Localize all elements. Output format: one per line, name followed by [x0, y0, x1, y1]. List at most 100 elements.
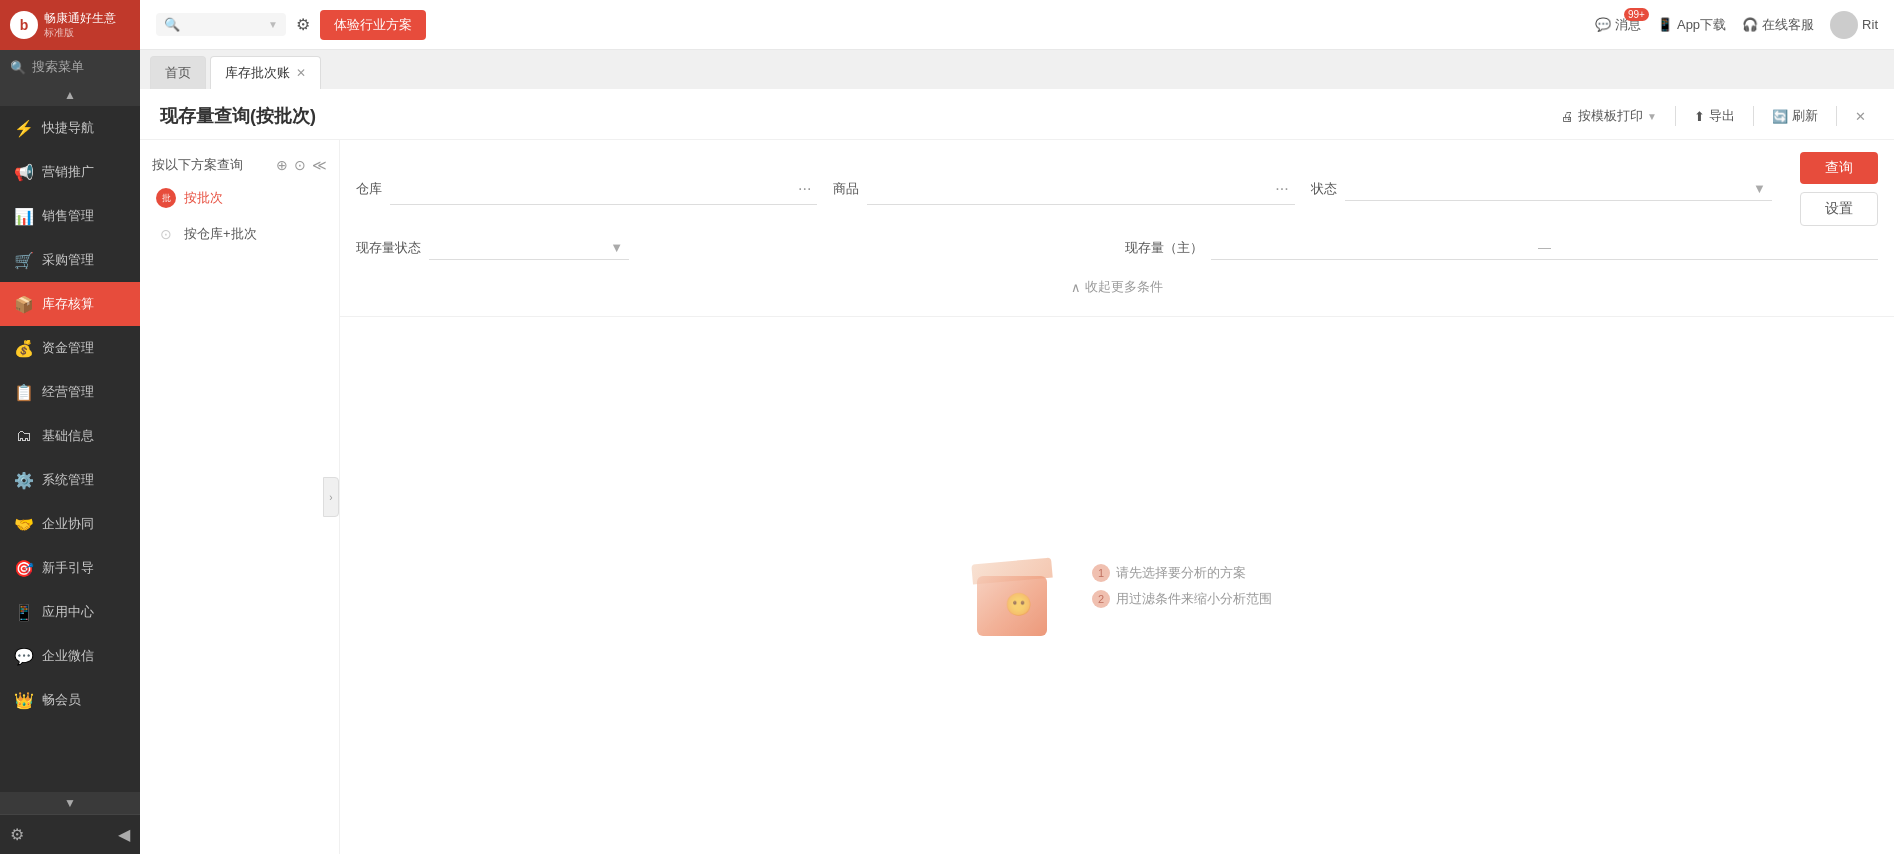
nav-label-quick: 快捷导航	[42, 119, 94, 137]
topbar-search-arrow[interactable]: ▼	[268, 19, 278, 30]
tip-num-1: 1	[1092, 564, 1110, 582]
page-header-actions: 🖨 按模板打印 ▼ ⬆ 导出 🔄 刷新 ✕	[1553, 103, 1874, 129]
sidebar-item-enterprise-wechat[interactable]: 💬 企业微信	[0, 634, 140, 678]
nav-icon-marketing: 📢	[14, 162, 34, 182]
sidebar-item-sales[interactable]: 📊 销售管理	[0, 194, 140, 238]
sidebar-item-member[interactable]: 👑 畅会员	[0, 678, 140, 722]
close-panel-btn[interactable]: ›	[323, 477, 339, 517]
page-header: 现存量查询(按批次) 🖨 按模板打印 ▼ ⬆ 导出 🔄 刷新 ✕	[140, 89, 1894, 140]
app-info: 畅康通好生意 标准版	[44, 10, 116, 41]
tab-home-label: 首页	[165, 64, 191, 82]
tabbar: 首页 库存批次账 ✕	[140, 50, 1894, 89]
product-input-box[interactable]: ···	[867, 173, 1294, 205]
plan-item-warehouse-batch[interactable]: ⊙ 按仓库+批次	[140, 216, 339, 252]
action-buttons: 查询 设置	[1800, 152, 1878, 226]
tab-home[interactable]: 首页	[150, 56, 206, 89]
print-btn[interactable]: 🖨 按模板打印 ▼	[1553, 103, 1665, 129]
inventory-status-arrow: ▼	[610, 240, 623, 255]
inventory-qty-label: 现存量（主）	[1125, 239, 1203, 257]
filter-row-2: 现存量状态 ▼ 现存量（主） —	[356, 236, 1878, 260]
status-label: 状态	[1311, 180, 1337, 198]
user-menu[interactable]: Rit	[1830, 11, 1878, 39]
nav-icon-inventory: 📦	[14, 294, 34, 314]
export-icon: ⬆	[1694, 109, 1705, 124]
sidebar-item-finance[interactable]: 💰 资金管理	[0, 326, 140, 370]
panel-title-row: 按以下方案查询 ⊕ ⊙ ≪	[140, 150, 339, 180]
inventory-status-select[interactable]: ▼	[429, 236, 629, 260]
nav-label-member: 畅会员	[42, 691, 81, 709]
message-badge: 99+	[1624, 8, 1649, 21]
collapse-row[interactable]: ∧ 收起更多条件	[356, 270, 1878, 304]
topbar-search-box[interactable]: 🔍 ▼	[156, 13, 286, 36]
warehouse-input-box[interactable]: ···	[390, 173, 817, 205]
topbar-search-icon: 🔍	[164, 17, 180, 32]
nav-icon-quick: ⚡	[14, 118, 34, 138]
collapse-up-icon: ∧	[1071, 280, 1081, 295]
settings-button[interactable]: 设置	[1800, 192, 1878, 226]
config-plan-icon[interactable]: ⊙	[294, 157, 306, 173]
sidebar-item-inventory[interactable]: 📦 库存核算	[0, 282, 140, 326]
sidebar-item-app-center[interactable]: 📱 应用中心	[0, 590, 140, 634]
collapse-panel-icon[interactable]: ≪	[312, 157, 327, 173]
nav-label-purchase: 采购管理	[42, 251, 94, 269]
inventory-qty-max[interactable]	[1557, 240, 1872, 255]
sidebar-item-enterprise[interactable]: 🤝 企业协同	[0, 502, 140, 546]
close-page-btn[interactable]: ✕	[1847, 105, 1874, 128]
topbar-settings-icon[interactable]: ⚙	[296, 15, 310, 34]
product-more-icon[interactable]: ···	[1275, 180, 1288, 198]
nav-label-enterprise: 企业协同	[42, 515, 94, 533]
query-button[interactable]: 查询	[1800, 152, 1878, 184]
sidebar-scroll-up[interactable]: ▲	[0, 84, 140, 106]
phone-icon: 📱	[1657, 17, 1673, 32]
sidebar-item-quick-nav[interactable]: ⚡ 快捷导航	[0, 106, 140, 150]
sidebar-item-purchase[interactable]: 🛒 采购管理	[0, 238, 140, 282]
nav-icon-guide: 🎯	[14, 558, 34, 578]
tab-batch-close-icon[interactable]: ✕	[296, 67, 306, 79]
add-plan-icon[interactable]: ⊕	[276, 157, 288, 173]
nav-label-guide: 新手引导	[42, 559, 94, 577]
message-btn[interactable]: 💬 消息 99+	[1595, 16, 1641, 34]
sidebar-item-system[interactable]: ⚙️ 系统管理	[0, 458, 140, 502]
sidebar-collapse-icon[interactable]: ◀	[118, 825, 130, 844]
nav-label-wechat: 企业微信	[42, 647, 94, 665]
print-dropdown-icon[interactable]: ▼	[1647, 111, 1657, 122]
status-arrow-icon: ▼	[1753, 181, 1766, 196]
status-select[interactable]: ▼	[1345, 177, 1772, 201]
nav-icon-system: ⚙️	[14, 470, 34, 490]
plan-label-batch: 按批次	[184, 189, 223, 207]
panel-title: 按以下方案查询	[152, 156, 243, 174]
page-title: 现存量查询(按批次)	[160, 104, 316, 128]
warehouse-more-icon[interactable]: ···	[798, 180, 811, 198]
app-name: 畅康通好生意	[44, 10, 116, 27]
topbar-search-input[interactable]	[184, 17, 264, 32]
online-service-btn[interactable]: 🎧 在线客服	[1742, 16, 1814, 34]
empty-tips: 1 请先选择要分析的方案 2 用过滤条件来缩小分析范围	[1092, 564, 1272, 608]
sidebar-item-business[interactable]: 📋 经营管理	[0, 370, 140, 414]
nav-label-app: 应用中心	[42, 603, 94, 621]
app-download-btn[interactable]: 📱 App下载	[1657, 16, 1726, 34]
sidebar-search[interactable]: 🔍 搜索菜单	[0, 50, 140, 84]
sidebar-item-new-guide[interactable]: 🎯 新手引导	[0, 546, 140, 590]
plan-label-wbatch: 按仓库+批次	[184, 225, 257, 243]
inventory-qty-min[interactable]	[1217, 240, 1532, 255]
sidebar-item-marketing[interactable]: 📢 营销推广	[0, 150, 140, 194]
app-version: 标准版	[44, 26, 116, 40]
print-label: 按模板打印	[1578, 107, 1643, 125]
nav-icon-finance: 💰	[14, 338, 34, 358]
plan-item-batch[interactable]: 批 按批次	[140, 180, 339, 216]
panel-title-actions: ⊕ ⊙ ≪	[276, 157, 327, 173]
tab-batch-account[interactable]: 库存批次账 ✕	[210, 56, 321, 89]
product-input[interactable]	[873, 177, 1275, 200]
export-btn[interactable]: ⬆ 导出	[1686, 103, 1743, 129]
sidebar-settings-icon[interactable]: ⚙	[10, 825, 24, 844]
refresh-btn[interactable]: 🔄 刷新	[1764, 103, 1826, 129]
sidebar-scroll-down[interactable]: ▼	[0, 792, 140, 814]
empty-state: 😶 1 请先选择要分析的方案 2 用过滤条件来缩小分析范围	[340, 317, 1894, 854]
warehouse-input[interactable]	[396, 177, 798, 200]
sidebar-item-basic[interactable]: 🗂 基础信息	[0, 414, 140, 458]
status-filter: 状态 ▼	[1311, 177, 1772, 201]
user-name: Rit	[1862, 17, 1878, 32]
warehouse-filter: 仓库 ···	[356, 173, 817, 205]
divider-1	[1675, 106, 1676, 126]
experience-btn[interactable]: 体验行业方案	[320, 10, 426, 40]
